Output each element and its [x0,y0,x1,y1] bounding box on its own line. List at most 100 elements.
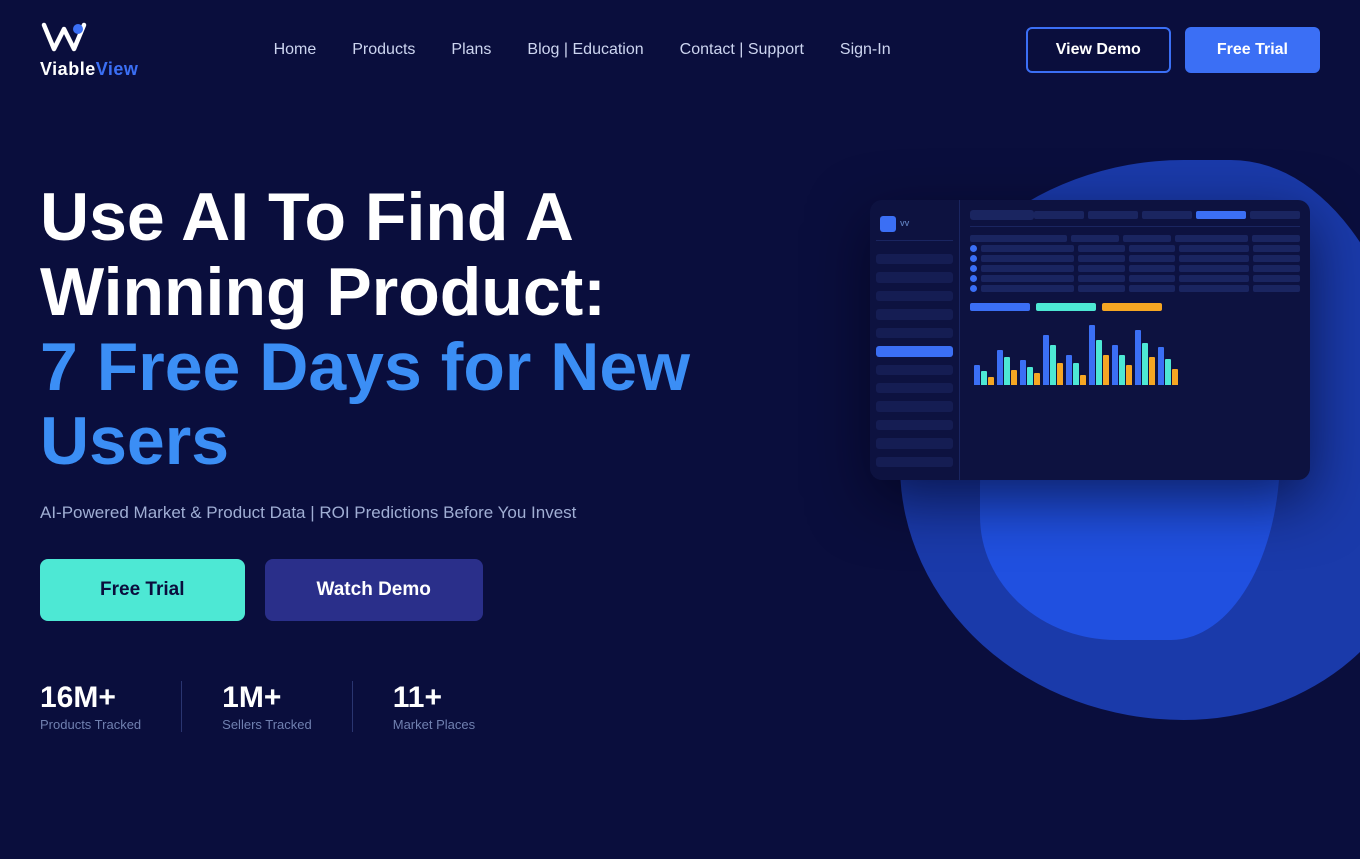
dash-row5-c1 [981,285,1074,292]
view-demo-button[interactable]: View Demo [1026,27,1171,73]
nav-actions: View Demo Free Trial [1026,27,1320,73]
hero-subtitle: AI-Powered Market & Product Data | ROI P… [40,503,720,523]
nav-item-products[interactable]: Products [352,41,415,58]
chart-bar-group-9 [1158,347,1178,385]
sidebar-item-6-active [876,346,953,356]
dash-row3-c3 [1129,265,1176,272]
chart-bar-group-7 [1112,345,1132,385]
dash-row3-c4 [1179,265,1249,272]
dash-table-row-3 [970,265,1300,272]
dash-row5-dot [970,285,977,292]
dash-table-row-4 [970,275,1300,282]
dash-cell-h2 [1071,235,1119,242]
chart-bars [970,315,1300,385]
hero-content: Use AI To Find A Winning Product: 7 Free… [40,160,720,732]
chart-legend [970,303,1300,311]
bar-4-orange [1057,363,1063,385]
bar-5-orange [1080,375,1086,385]
nav-item-home[interactable]: Home [274,41,317,58]
logo-icon [40,21,88,57]
dash-row1-c5 [1253,245,1300,252]
bar-7-blue [1112,345,1118,385]
sidebar-logo-dot [880,216,896,232]
chart-legend-teal [1036,303,1096,311]
sidebar-item-1 [876,254,953,264]
nav-item-signin[interactable]: Sign-In [840,41,891,58]
bar-6-blue [1089,325,1095,385]
dash-row4-c4 [1179,275,1249,282]
stat-markets: 11+ Market Places [393,681,515,732]
bar-8-blue [1135,330,1141,385]
dash-row2-c5 [1253,255,1300,262]
nav-item-plans[interactable]: Plans [451,41,491,58]
dash-row4-c2 [1078,275,1125,282]
dash-tab-5 [1250,211,1300,219]
chart-bar-group-5 [1066,355,1086,385]
bar-6-orange [1103,355,1109,385]
dash-row5-c2 [1078,285,1125,292]
bar-4-blue [1043,335,1049,385]
dash-cell-h4 [1175,235,1247,242]
sidebar-item-12 [876,457,953,467]
dash-row3-c1 [981,265,1074,272]
bar-5-teal [1073,363,1079,385]
stat-products: 16M+ Products Tracked [40,681,182,732]
dash-top-bar [970,210,1300,227]
dash-tab-2 [1088,211,1138,219]
stat-sellers-number: 1M+ [222,681,281,715]
sidebar-logo-area: VV [876,212,953,241]
hero-title-white: Use AI To Find A Winning Product: [40,180,720,330]
bar-2-teal [1004,357,1010,385]
bar-1-teal [981,371,987,385]
sidebar-logo-text: VV [900,221,909,228]
logo[interactable]: ViableView [40,21,138,80]
dash-tab-4-active [1196,211,1246,219]
dashboard-main-area [960,200,1310,480]
dash-table-row-2 [970,255,1300,262]
nav-links: Home Products Plans Blog | Education Con… [274,41,891,59]
nav-item-blog[interactable]: Blog | Education [527,41,643,58]
bar-9-teal [1165,359,1171,385]
dash-tab-3 [1142,211,1192,219]
dash-cell-h1 [970,235,1067,242]
dash-cell-h3 [1123,235,1171,242]
dash-row3-c2 [1078,265,1125,272]
watch-demo-button[interactable]: Watch Demo [265,559,483,621]
stat-sellers-label: Sellers Tracked [222,717,312,732]
chart-bar-group-1 [974,365,994,385]
dash-row1-dot [970,245,977,252]
sidebar-item-3 [876,291,953,301]
hero-title-blue: 7 Free Days for New Users [40,330,720,480]
dash-row4-c5 [1253,275,1300,282]
sidebar-item-9 [876,401,953,411]
chart-bar-group-3 [1020,360,1040,385]
dash-row1-c4 [1179,245,1249,252]
sidebar-item-8 [876,383,953,393]
free-trial-hero-button[interactable]: Free Trial [40,559,245,621]
bar-3-blue [1020,360,1026,385]
chart-legend-orange [1102,303,1162,311]
bar-7-orange [1126,365,1132,385]
bar-3-teal [1027,367,1033,385]
sidebar-item-2 [876,272,953,282]
dash-tab-1 [1034,211,1084,219]
free-trial-nav-button[interactable]: Free Trial [1185,27,1320,73]
dash-row4-dot [970,275,977,282]
dash-row3-dot [970,265,977,272]
nav-item-contact[interactable]: Contact | Support [680,41,804,58]
bar-4-teal [1050,345,1056,385]
dash-table-row-1 [970,245,1300,252]
dash-row2-c2 [1078,255,1125,262]
dash-row5-c4 [1179,285,1249,292]
bar-6-teal [1096,340,1102,385]
bar-5-blue [1066,355,1072,385]
dash-table-header [970,235,1300,242]
chart-bar-group-2 [997,350,1017,385]
bar-3-orange [1034,373,1040,385]
chart-bar-group-4 [1043,335,1063,385]
bar-2-orange [1011,370,1017,385]
stat-products-label: Products Tracked [40,717,141,732]
dash-row4-c3 [1129,275,1176,282]
dashboard-sidebar: VV [870,200,960,480]
sidebar-item-5 [876,328,953,338]
